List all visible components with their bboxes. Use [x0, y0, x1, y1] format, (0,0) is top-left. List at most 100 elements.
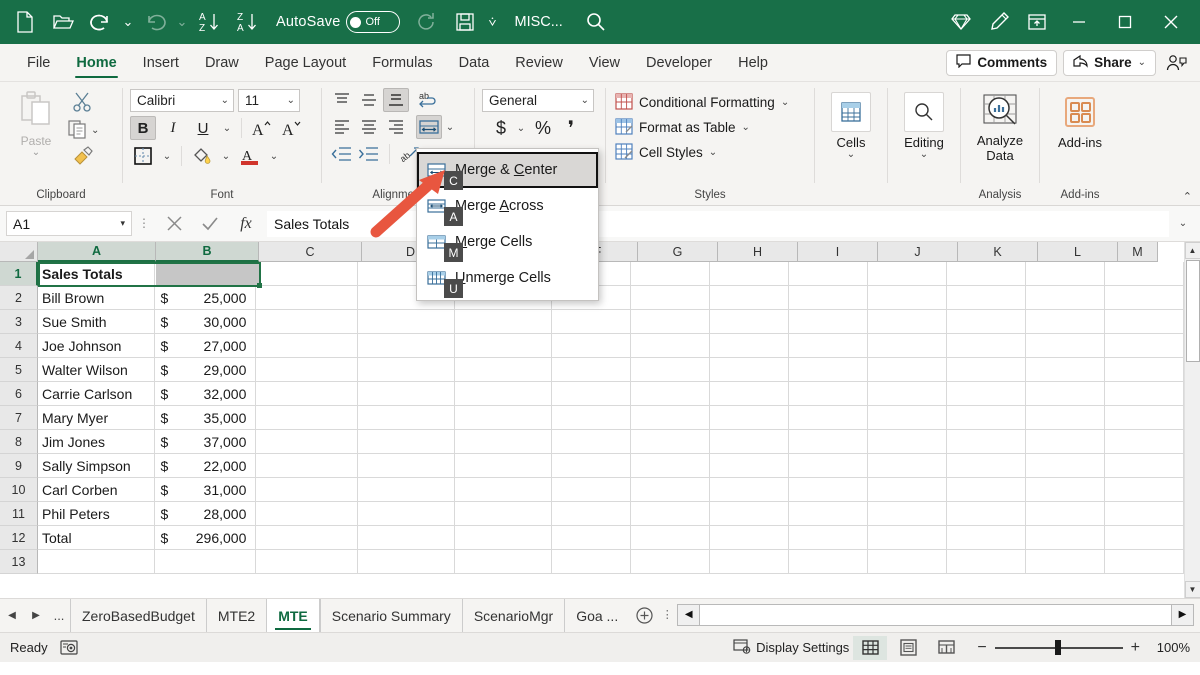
increase-font-size-button[interactable]: A: [249, 116, 275, 140]
minimize-button[interactable]: [1056, 0, 1102, 44]
cell-D9[interactable]: [358, 454, 455, 478]
cell-K3[interactable]: [947, 310, 1026, 334]
cell-M7[interactable]: [1105, 406, 1184, 430]
zoom-level-label[interactable]: 100%: [1148, 640, 1190, 655]
cell-F3[interactable]: [552, 310, 631, 334]
share-button[interactable]: Share ⌄: [1063, 50, 1156, 76]
cell-C7[interactable]: [256, 406, 358, 430]
cell-B9[interactable]: $22,000: [155, 454, 257, 478]
cell-E6[interactable]: [455, 382, 552, 406]
cell-K1[interactable]: [947, 262, 1026, 286]
cell-E7[interactable]: [455, 406, 552, 430]
conditional-formatting-chevron-icon[interactable]: ⌄: [781, 97, 789, 108]
row-header-8[interactable]: 8: [0, 430, 38, 454]
cell-C11[interactable]: [256, 502, 358, 526]
cell-B10[interactable]: $31,000: [155, 478, 257, 502]
add-sheet-button[interactable]: [629, 599, 659, 632]
align-top-button[interactable]: [329, 88, 355, 112]
cell-B5[interactable]: $29,000: [155, 358, 257, 382]
cell-G6[interactable]: [631, 382, 710, 406]
cell-F5[interactable]: [552, 358, 631, 382]
tab-draw[interactable]: Draw: [192, 44, 252, 81]
cell-K4[interactable]: [947, 334, 1026, 358]
cell-B2[interactable]: $25,000: [155, 286, 257, 310]
add-ins-button[interactable]: Add-ins: [1048, 88, 1112, 150]
row-header-9[interactable]: 9: [0, 454, 38, 478]
accounting-format-button[interactable]: $: [488, 116, 514, 140]
close-button[interactable]: [1148, 0, 1194, 44]
cell-J2[interactable]: [868, 286, 947, 310]
column-header-C[interactable]: C: [259, 242, 362, 262]
cell-B4[interactable]: $27,000: [155, 334, 257, 358]
cell-F10[interactable]: [552, 478, 631, 502]
cell-I9[interactable]: [789, 454, 868, 478]
italic-button[interactable]: I: [160, 116, 186, 140]
cell-A13[interactable]: [38, 550, 155, 574]
cell-F9[interactable]: [552, 454, 631, 478]
cell-B8[interactable]: $37,000: [155, 430, 257, 454]
collapse-ribbon-button[interactable]: ⌃: [1183, 190, 1192, 203]
cell-M5[interactable]: [1105, 358, 1184, 382]
cell-F13[interactable]: [552, 550, 631, 574]
decrease-indent-button[interactable]: [329, 142, 355, 166]
zoom-out-button[interactable]: −: [977, 639, 986, 657]
cell-K11[interactable]: [947, 502, 1026, 526]
align-right-button[interactable]: [383, 115, 409, 139]
sheet-tab-goal[interactable]: Goa ...: [564, 599, 629, 632]
accounting-chevron-icon[interactable]: ⌄: [514, 116, 528, 140]
cell-I7[interactable]: [789, 406, 868, 430]
select-all-corner[interactable]: [0, 242, 38, 262]
cell-I6[interactable]: [789, 382, 868, 406]
number-format-chevron-icon[interactable]: ⌄: [575, 95, 589, 106]
cell-D6[interactable]: [358, 382, 455, 406]
cell-K7[interactable]: [947, 406, 1026, 430]
tab-developer[interactable]: Developer: [633, 44, 725, 81]
cell-H1[interactable]: [710, 262, 789, 286]
sort-asc-icon[interactable]: AZ: [190, 5, 228, 39]
cut-button[interactable]: [72, 91, 94, 116]
cell-B3[interactable]: $30,000: [155, 310, 257, 334]
cell-E11[interactable]: [455, 502, 552, 526]
zoom-slider-handle[interactable]: [1055, 640, 1061, 655]
save-icon[interactable]: [446, 5, 484, 39]
cell-I1[interactable]: [789, 262, 868, 286]
hscroll-left-arrow-icon[interactable]: ◀: [678, 605, 700, 625]
cell-I10[interactable]: [789, 478, 868, 502]
analyze-data-button[interactable]: Analyze Data: [968, 88, 1032, 163]
row-header-13[interactable]: 13: [0, 550, 38, 574]
formula-bar-grip[interactable]: ⋮: [135, 219, 153, 228]
cell-A12[interactable]: Total: [38, 526, 155, 550]
cell-E13[interactable]: [455, 550, 552, 574]
cell-B11[interactable]: $28,000: [155, 502, 257, 526]
cell-I5[interactable]: [789, 358, 868, 382]
wrap-text-button[interactable]: ab: [416, 88, 442, 112]
pen-icon[interactable]: [980, 5, 1018, 39]
cancel-button[interactable]: [156, 211, 192, 237]
menu-item-merge-and-center[interactable]: Merge & Center C: [417, 152, 598, 188]
cell-M3[interactable]: [1105, 310, 1184, 334]
cell-L5[interactable]: [1026, 358, 1105, 382]
align-center-button[interactable]: [356, 115, 382, 139]
cell-H6[interactable]: [710, 382, 789, 406]
cell-C6[interactable]: [256, 382, 358, 406]
cell-H10[interactable]: [710, 478, 789, 502]
cell-L7[interactable]: [1026, 406, 1105, 430]
cell-A7[interactable]: Mary Myer: [38, 406, 155, 430]
column-header-G[interactable]: G: [638, 242, 718, 262]
percent-format-button[interactable]: %: [528, 116, 558, 140]
cell-E4[interactable]: [455, 334, 552, 358]
tab-view[interactable]: View: [576, 44, 633, 81]
vertical-scroll-thumb[interactable]: [1186, 260, 1200, 362]
cell-C5[interactable]: [256, 358, 358, 382]
column-header-A[interactable]: A: [38, 242, 156, 262]
redo-dropdown-chevron-icon[interactable]: ⌄: [174, 5, 190, 39]
decrease-font-size-button[interactable]: A: [279, 116, 305, 140]
cell-A5[interactable]: Walter Wilson: [38, 358, 155, 382]
cell-K6[interactable]: [947, 382, 1026, 406]
menu-item-merge-cells[interactable]: Merge Cells M: [417, 224, 598, 260]
cell-I3[interactable]: [789, 310, 868, 334]
vertical-scrollbar[interactable]: ▲ ▼: [1184, 242, 1200, 598]
cell-H4[interactable]: [710, 334, 789, 358]
cell-K12[interactable]: [947, 526, 1026, 550]
sheet-tab-mte2[interactable]: MTE2: [206, 599, 266, 632]
